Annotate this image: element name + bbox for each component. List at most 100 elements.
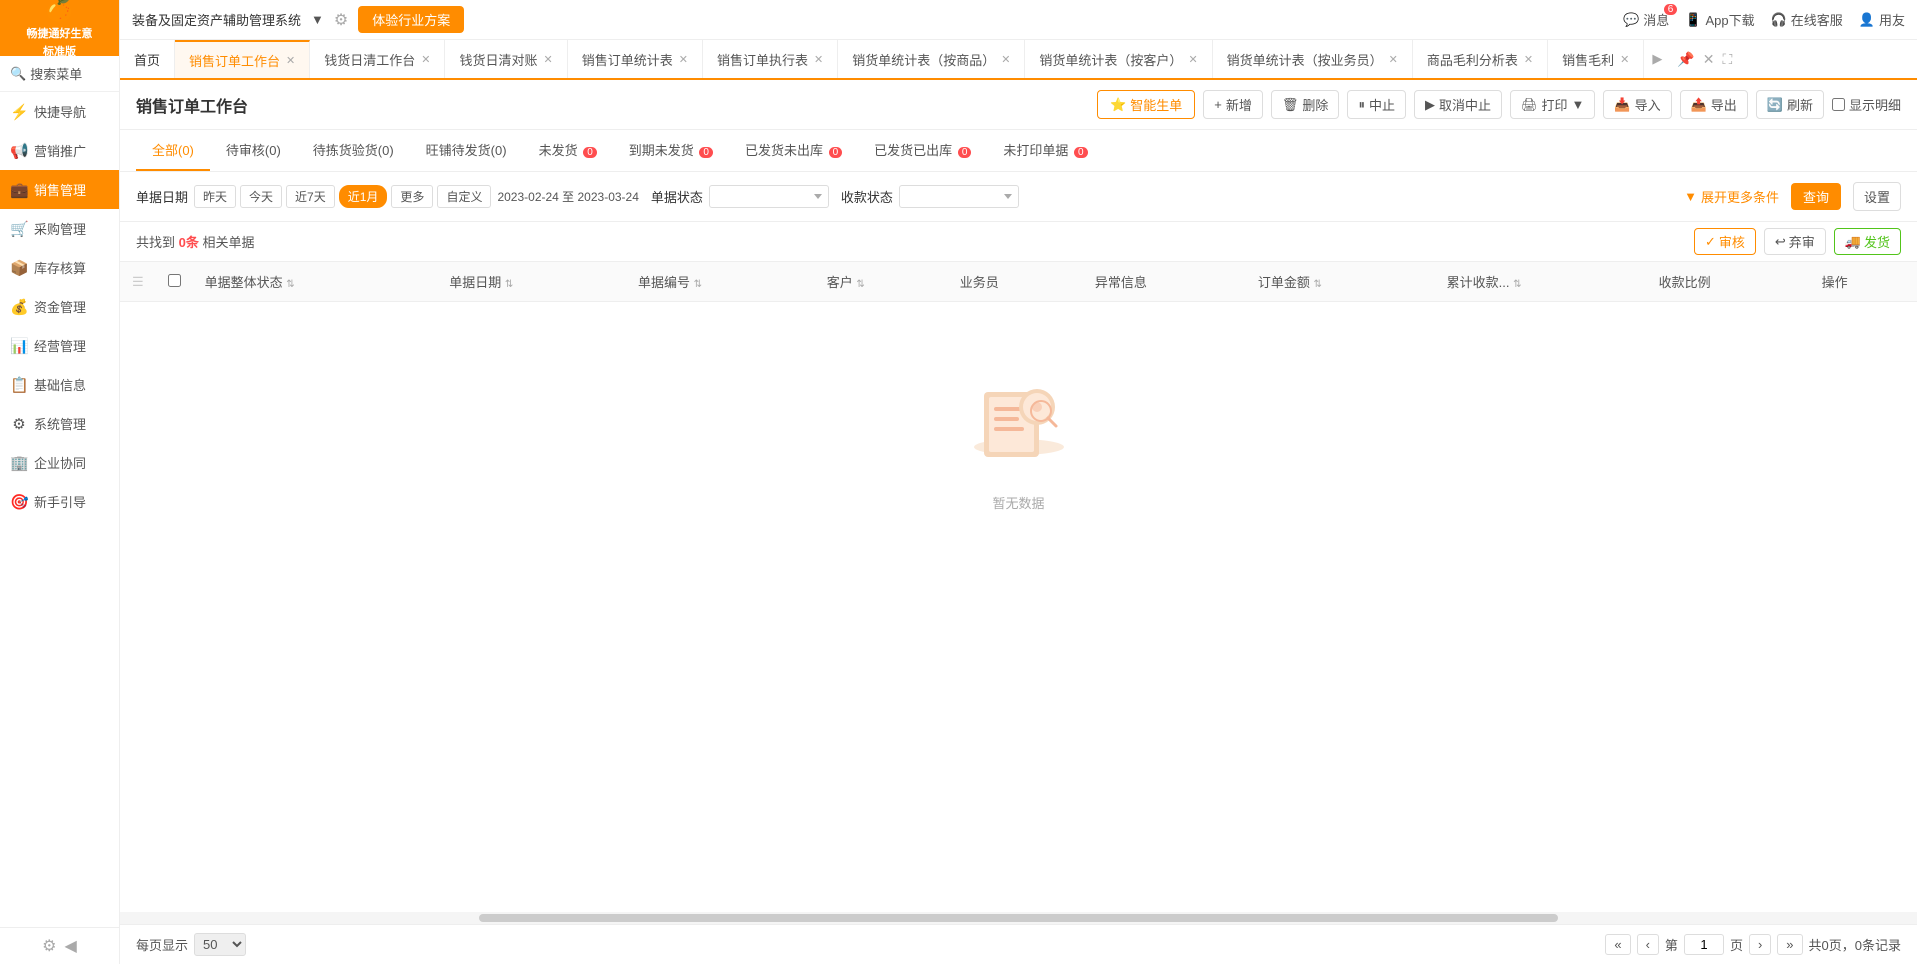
page-size-select[interactable]: 10 20 50 100 — [194, 933, 246, 956]
tabbar: 首页 销售订单工作台 ✕ 钱货日清工作台 ✕ 钱货日清对账 ✕ 销售订单统计表 … — [120, 40, 1917, 80]
tab-cash-reconcile-close[interactable]: ✕ — [544, 53, 553, 66]
sidebar-item-system[interactable]: ⚙ 系统管理 — [0, 404, 119, 443]
date-custom-btn[interactable]: 自定义 — [437, 185, 491, 208]
total-info: 共0页，0条记录 — [1809, 935, 1901, 954]
sidebar-item-quick-nav[interactable]: ⚡ 快捷导航 — [0, 92, 119, 131]
status-filter-select[interactable] — [709, 185, 829, 208]
subtab-overdue-ship-label: 到期未发货 — [629, 143, 694, 158]
show-detail-checkbox[interactable]: 显示明细 — [1832, 95, 1901, 114]
tab-sales-summary-customer-close[interactable]: ✕ — [1188, 53, 1197, 66]
suspend-button[interactable]: ⏸ 中止 — [1347, 90, 1406, 119]
search-menu[interactable]: 🔍 搜索菜单 — [0, 56, 119, 92]
date-1month-btn[interactable]: 近1月 — [339, 185, 388, 208]
tab-sales-summary-staff[interactable]: 销货单统计表（按业务员） ✕ — [1213, 40, 1413, 78]
delete-button[interactable]: 🗑 删除 — [1271, 90, 1340, 119]
collapse-icon[interactable]: ◀ — [65, 936, 77, 956]
last-page-btn[interactable]: » — [1777, 934, 1802, 955]
subtab-not-printed[interactable]: 未打印单据 0 — [987, 130, 1103, 171]
tab-sales-order[interactable]: 销售订单工作台 ✕ — [175, 40, 310, 78]
subtab-all-label: 全部(0) — [152, 143, 194, 158]
sidebar-item-inventory[interactable]: 📦 库存核算 — [0, 248, 119, 287]
audit-button[interactable]: ✓ 审核 — [1694, 228, 1756, 255]
ship-button[interactable]: 🚚 发货 — [1834, 228, 1901, 255]
col-customer[interactable]: 客户 ⇅ — [815, 262, 948, 302]
date-7days-btn[interactable]: 近7天 — [286, 185, 335, 208]
payment-filter-select[interactable] — [899, 185, 1019, 208]
tab-sales-summary-product[interactable]: 销货单统计表（按商品） ✕ — [838, 40, 1025, 78]
settings-icon[interactable]: ⚙ — [42, 936, 56, 956]
date-more-btn[interactable]: 更多 — [391, 185, 433, 208]
col-collected[interactable]: 累计收款... ⇅ — [1435, 262, 1647, 302]
print-button[interactable]: 🖨 打印 ▼ — [1510, 90, 1595, 119]
message-btn[interactable]: 💬 消息 6 — [1623, 10, 1669, 29]
tab-sales-profit-close[interactable]: ✕ — [1620, 53, 1629, 66]
tab-sales-summary-customer[interactable]: 销货单统计表（按客户） ✕ — [1025, 40, 1212, 78]
settings-filter-button[interactable]: 设置 — [1853, 182, 1901, 211]
revoke-button[interactable]: ↩ 弃审 — [1764, 228, 1826, 255]
cancel-suspend-button[interactable]: ▶ 取消中止 — [1414, 90, 1502, 119]
subtab-overdue-ship[interactable]: 到期未发货 0 — [613, 130, 729, 171]
subtab-pending-review[interactable]: 待审核(0) — [210, 130, 297, 171]
refresh-button[interactable]: 🔄 刷新 — [1756, 90, 1824, 119]
tab-product-margin[interactable]: 商品毛利分析表 ✕ — [1413, 40, 1548, 78]
tab-sales-stat[interactable]: 销售订单统计表 ✕ — [568, 40, 703, 78]
tab-sales-exec-close[interactable]: ✕ — [814, 53, 823, 66]
tab-sales-exec[interactable]: 销售订单执行表 ✕ — [703, 40, 838, 78]
user-menu-btn[interactable]: 👤 用友 — [1859, 10, 1905, 29]
tab-sales-profit[interactable]: 销售毛利 ✕ — [1548, 40, 1644, 78]
sidebar-item-newbie[interactable]: 🎯 新手引导 — [0, 482, 119, 521]
smart-create-button[interactable]: ⭐ 智能生单 — [1097, 90, 1195, 119]
tab-product-margin-close[interactable]: ✕ — [1524, 53, 1533, 66]
tab-close-all-icon[interactable]: ✕ — [1700, 51, 1718, 68]
app-download-btn[interactable]: 📱 App下载 — [1685, 10, 1754, 29]
tab-pin-icon[interactable]: 📌 — [1674, 51, 1697, 68]
prev-page-btn[interactable]: ‹ — [1637, 934, 1659, 955]
import-button[interactable]: 📥 导入 — [1603, 90, 1671, 119]
topbar-gear-icon[interactable]: ⚙ — [334, 10, 348, 30]
show-detail-input[interactable] — [1832, 98, 1845, 111]
col-status[interactable]: 单据整体状态 ⇅ — [193, 262, 438, 302]
subtab-shipped-not-out[interactable]: 已发货未出库 0 — [729, 130, 858, 171]
export-button[interactable]: 📤 导出 — [1680, 90, 1748, 119]
tab-sales-order-close[interactable]: ✕ — [286, 54, 295, 67]
tab-cash-daily[interactable]: 钱货日清工作台 ✕ — [310, 40, 445, 78]
sidebar-item-operations[interactable]: 📊 经营管理 — [0, 326, 119, 365]
date-yesterday-btn[interactable]: 昨天 — [194, 185, 236, 208]
col-checkbox[interactable] — [156, 262, 193, 302]
industry-solution-button[interactable]: 体验行业方案 — [358, 6, 464, 33]
col-amount[interactable]: 订单金额 ⇅ — [1246, 262, 1435, 302]
tab-expand-icon[interactable]: ⛶ — [1720, 51, 1736, 68]
horizontal-scrollbar[interactable] — [120, 912, 1917, 924]
tab-scroll-right[interactable]: ▶ — [1644, 40, 1670, 78]
tab-sales-summary-product-close[interactable]: ✕ — [1001, 53, 1010, 66]
subtab-wangpu-ship[interactable]: 旺铺待发货(0) — [410, 130, 523, 171]
sidebar-item-finance[interactable]: 💰 资金管理 — [0, 287, 119, 326]
expand-filter-btn[interactable]: ▼ 展开更多条件 — [1684, 187, 1779, 206]
col-date[interactable]: 单据日期 ⇅ — [437, 262, 626, 302]
add-button[interactable]: + 新增 — [1203, 90, 1263, 119]
tab-sales-stat-close[interactable]: ✕ — [679, 53, 688, 66]
sidebar-item-base-info[interactable]: 📋 基础信息 — [0, 365, 119, 404]
topbar-dropdown[interactable]: ▼ — [311, 12, 324, 27]
query-button[interactable]: 查询 — [1791, 183, 1841, 210]
subtab-not-shipped[interactable]: 未发货 0 — [523, 130, 613, 171]
tab-sales-summary-staff-close[interactable]: ✕ — [1389, 53, 1398, 66]
subtab-shipped-out[interactable]: 已发货已出库 0 — [858, 130, 987, 171]
subtab-all[interactable]: 全部(0) — [136, 130, 210, 171]
date-today-btn[interactable]: 今天 — [240, 185, 282, 208]
tab-cash-reconcile[interactable]: 钱货日清对账 ✕ — [445, 40, 567, 78]
col-number[interactable]: 单据编号 ⇅ — [626, 262, 815, 302]
tab-home[interactable]: 首页 — [120, 40, 175, 78]
page-number-input[interactable] — [1684, 934, 1724, 955]
first-page-btn[interactable]: « — [1605, 934, 1630, 955]
next-page-btn[interactable]: › — [1749, 934, 1771, 955]
sidebar-item-enterprise[interactable]: 🏢 企业协同 — [0, 443, 119, 482]
sidebar-item-marketing[interactable]: 📢 营销推广 — [0, 131, 119, 170]
subtab-pending-check[interactable]: 待拣货验货(0) — [297, 130, 410, 171]
sidebar-item-purchase[interactable]: 🛒 采购管理 — [0, 209, 119, 248]
tab-cash-daily-close[interactable]: ✕ — [421, 53, 430, 66]
select-all-checkbox[interactable] — [168, 274, 181, 287]
status-filter-label: 单据状态 — [651, 187, 703, 206]
online-service-btn[interactable]: 🎧 在线客服 — [1771, 10, 1843, 29]
sidebar-item-sales[interactable]: 💼 销售管理 — [0, 170, 119, 209]
